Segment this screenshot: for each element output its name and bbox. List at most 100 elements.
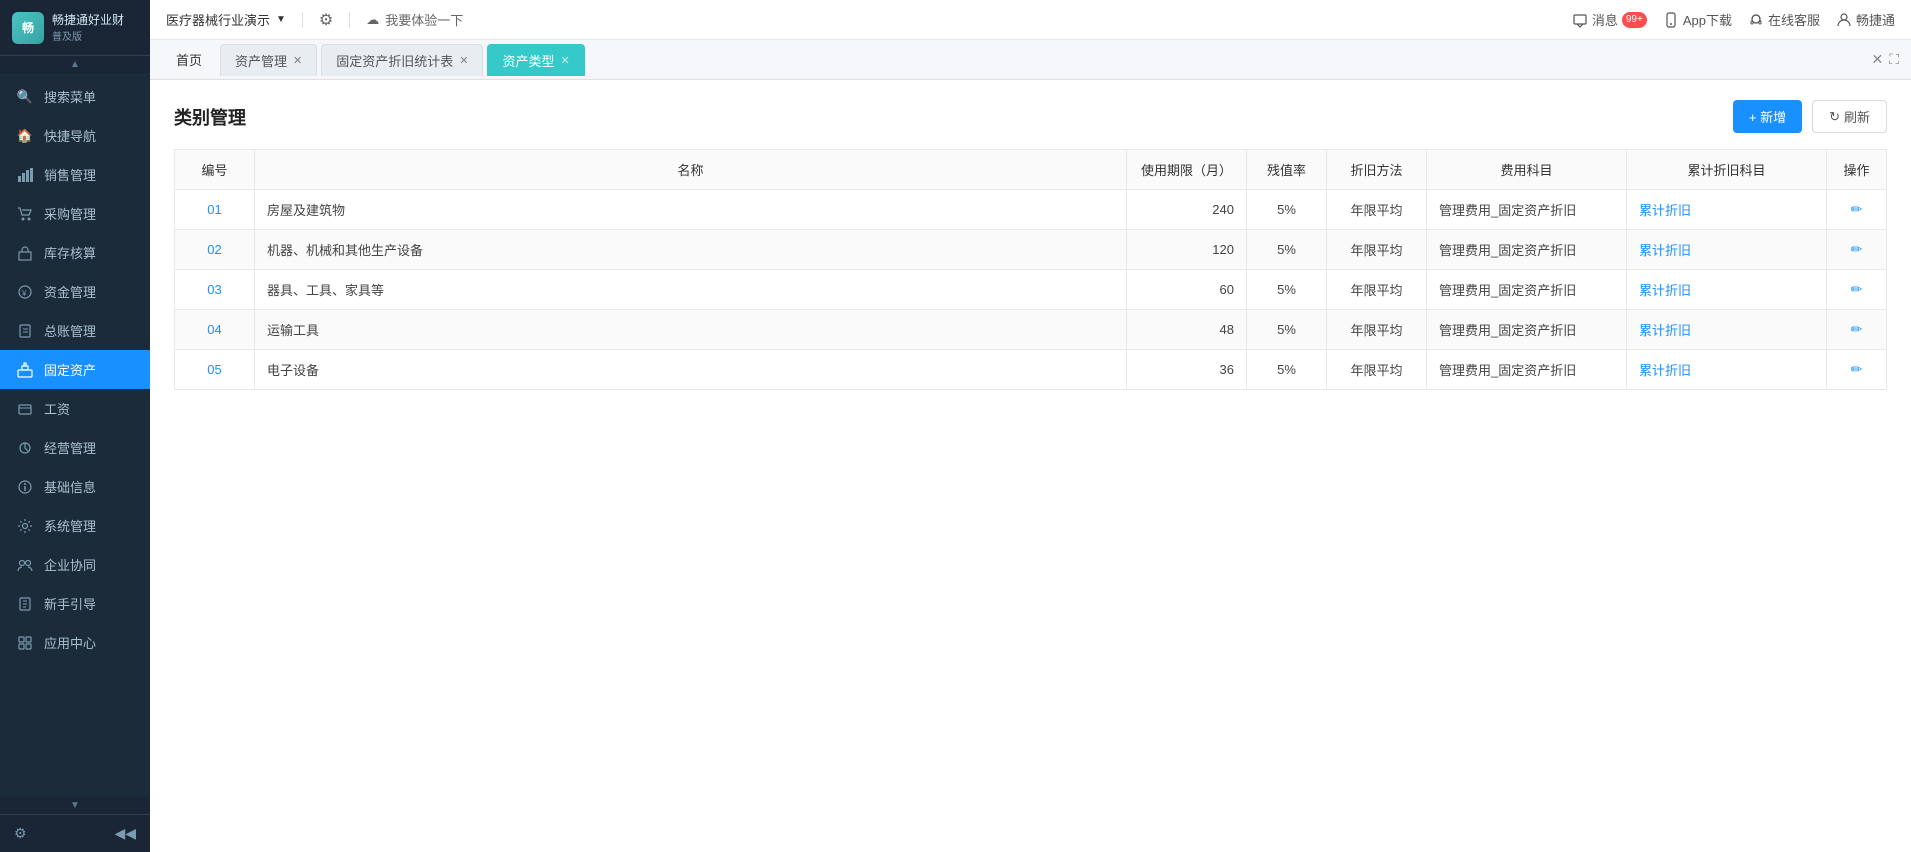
tab-asset-type-label: 资产类型 <box>502 51 554 70</box>
sidebar-item-guide[interactable]: 新手引导 <box>0 584 150 623</box>
sidebar-item-label: 销售管理 <box>44 165 96 184</box>
user-button[interactable]: 畅捷通 <box>1836 10 1895 29</box>
sidebar-nav: 🔍 搜索菜单 🏠 快捷导航 销售管理 采购管理 库存核算 <box>0 73 150 797</box>
experience-button[interactable]: ☁ 我要体验一下 <box>366 10 463 29</box>
ledger-icon <box>16 322 34 340</box>
cell-method: 年限平均 <box>1327 270 1427 310</box>
tab-asset-mgmt-close[interactable]: ✕ <box>293 54 302 67</box>
edit-icon[interactable]: ✏ <box>1851 241 1863 257</box>
tab-asset-type-close[interactable]: ✕ <box>561 54 570 67</box>
sidebar-item-label: 快捷导航 <box>44 126 96 145</box>
settings-button[interactable]: ⚙ <box>319 10 333 30</box>
topbar-right: 消息 99+ App下载 在线客服 畅捷通 <box>1572 10 1895 29</box>
sidebar-item-label: 经营管理 <box>44 438 96 457</box>
cell-name: 器具、工具、家具等 <box>255 270 1127 310</box>
sidebar-item-payroll[interactable]: 工资 <box>0 389 150 428</box>
cell-expense: 管理费用_固定资产折旧 <box>1427 350 1627 390</box>
sidebar-footer: ⚙ ◀◀ <box>0 814 150 852</box>
sidebar-item-label: 工资 <box>44 399 70 418</box>
messages-button[interactable]: 消息 99+ <box>1572 10 1647 29</box>
sidebar-item-label: 资金管理 <box>44 282 96 301</box>
cell-code: 05 <box>175 350 255 390</box>
col-header-expense: 费用科目 <box>1427 150 1627 190</box>
cell-code: 02 <box>175 230 255 270</box>
cell-action[interactable]: ✏ <box>1827 270 1887 310</box>
cell-residual: 5% <box>1247 230 1327 270</box>
table-row: 05 电子设备 36 5% 年限平均 管理费用_固定资产折旧 累计折旧 ✏ <box>175 350 1887 390</box>
sidebar-item-app-center[interactable]: 应用中心 <box>0 623 150 662</box>
customer-service-label: 在线客服 <box>1768 10 1820 29</box>
cell-months: 48 <box>1127 310 1247 350</box>
sidebar-item-system[interactable]: 系统管理 <box>0 506 150 545</box>
new-button[interactable]: + 新增 <box>1733 100 1802 133</box>
tab-depreciation-label: 固定资产折旧统计表 <box>336 51 453 70</box>
cell-expense: 管理费用_固定资产折旧 <box>1427 230 1627 270</box>
sidebar-item-label: 系统管理 <box>44 516 96 535</box>
edit-icon[interactable]: ✏ <box>1851 321 1863 337</box>
sidebar-item-fixed-assets[interactable]: 固定资产 <box>0 350 150 389</box>
sidebar-item-inventory[interactable]: 库存核算 <box>0 233 150 272</box>
sidebar-item-label: 应用中心 <box>44 633 96 652</box>
phone-icon <box>1663 12 1679 28</box>
sidebar-item-label: 企业协同 <box>44 555 96 574</box>
category-table: 编号 名称 使用期限（月） 残值率 折旧方法 费用科目 累计折旧科目 操作 01… <box>174 149 1887 390</box>
sidebar-item-search-menu[interactable]: 🔍 搜索菜单 <box>0 77 150 116</box>
col-header-method: 折旧方法 <box>1327 150 1427 190</box>
edit-icon[interactable]: ✏ <box>1851 201 1863 217</box>
cell-months: 240 <box>1127 190 1247 230</box>
cell-code: 01 <box>175 190 255 230</box>
refresh-button[interactable]: ↻ 刷新 <box>1812 100 1887 133</box>
tab-asset-mgmt-label: 资产管理 <box>235 51 287 70</box>
tab-depreciation[interactable]: 固定资产折旧统计表 ✕ <box>321 44 483 76</box>
page-content: 类别管理 + 新增 ↻ 刷新 编号 名称 使用期限（月） 残值率 折旧方法 费用… <box>150 80 1911 852</box>
customer-service-button[interactable]: 在线客服 <box>1748 10 1820 29</box>
cell-method: 年限平均 <box>1327 310 1427 350</box>
sidebar-item-sales[interactable]: 销售管理 <box>0 155 150 194</box>
cell-expense: 管理费用_固定资产折旧 <box>1427 190 1627 230</box>
cell-action[interactable]: ✏ <box>1827 190 1887 230</box>
cell-accum: 累计折旧 <box>1627 230 1827 270</box>
sidebar-item-operations[interactable]: 经营管理 <box>0 428 150 467</box>
tab-asset-type[interactable]: 资产类型 ✕ <box>487 44 584 76</box>
sidebar-item-label: 总账管理 <box>44 321 96 340</box>
settings-icon[interactable]: ⚙ <box>14 825 27 842</box>
sidebar-item-capital[interactable]: ¥ 资金管理 <box>0 272 150 311</box>
cell-months: 60 <box>1127 270 1247 310</box>
edit-icon[interactable]: ✏ <box>1851 361 1863 377</box>
sidebar-item-cooperation[interactable]: 企业协同 <box>0 545 150 584</box>
tab-asset-mgmt[interactable]: 资产管理 ✕ <box>220 44 317 76</box>
sidebar-item-purchase[interactable]: 采购管理 <box>0 194 150 233</box>
tab-home[interactable]: 首页 <box>162 44 216 76</box>
edit-icon[interactable]: ✏ <box>1851 281 1863 297</box>
collapse-icon[interactable]: ◀◀ <box>114 825 136 842</box>
window-controls: ✕ ⛶ <box>1871 51 1899 68</box>
table-row: 02 机器、机械和其他生产设备 120 5% 年限平均 管理费用_固定资产折旧 … <box>175 230 1887 270</box>
tabs-bar: 首页 资产管理 ✕ 固定资产折旧统计表 ✕ 资产类型 ✕ ✕ ⛶ <box>150 40 1911 80</box>
cell-action[interactable]: ✏ <box>1827 230 1887 270</box>
app-download-button[interactable]: App下载 <box>1663 10 1732 29</box>
sidebar-item-label: 库存核算 <box>44 243 96 262</box>
col-header-name: 名称 <box>255 150 1127 190</box>
page-actions: + 新增 ↻ 刷新 <box>1733 100 1887 133</box>
cell-accum: 累计折旧 <box>1627 190 1827 230</box>
capital-icon: ¥ <box>16 283 34 301</box>
cell-action[interactable]: ✏ <box>1827 310 1887 350</box>
topbar-divider2 <box>349 12 350 28</box>
app-name-label: 医疗器械行业演示 <box>166 10 270 29</box>
cell-action[interactable]: ✏ <box>1827 350 1887 390</box>
user-label: 畅捷通 <box>1856 10 1895 29</box>
window-maximize-button[interactable]: ⛶ <box>1889 51 1899 68</box>
cooperation-icon <box>16 556 34 574</box>
sidebar-item-quick-nav[interactable]: 🏠 快捷导航 <box>0 116 150 155</box>
cell-code: 03 <box>175 270 255 310</box>
col-header-code: 编号 <box>175 150 255 190</box>
window-close-button[interactable]: ✕ <box>1871 51 1883 68</box>
app-selector[interactable]: 医疗器械行业演示 ▼ <box>166 10 286 29</box>
sidebar-item-basic-info[interactable]: 基础信息 <box>0 467 150 506</box>
sidebar: 畅 畅捷通好业财 普及版 ▲ 🔍 搜索菜单 🏠 快捷导航 销售管理 采购管理 <box>0 0 150 852</box>
tab-depreciation-close[interactable]: ✕ <box>459 54 468 67</box>
sidebar-item-label: 新手引导 <box>44 594 96 613</box>
sidebar-item-ledger[interactable]: 总账管理 <box>0 311 150 350</box>
cell-accum: 累计折旧 <box>1627 350 1827 390</box>
cell-method: 年限平均 <box>1327 230 1427 270</box>
